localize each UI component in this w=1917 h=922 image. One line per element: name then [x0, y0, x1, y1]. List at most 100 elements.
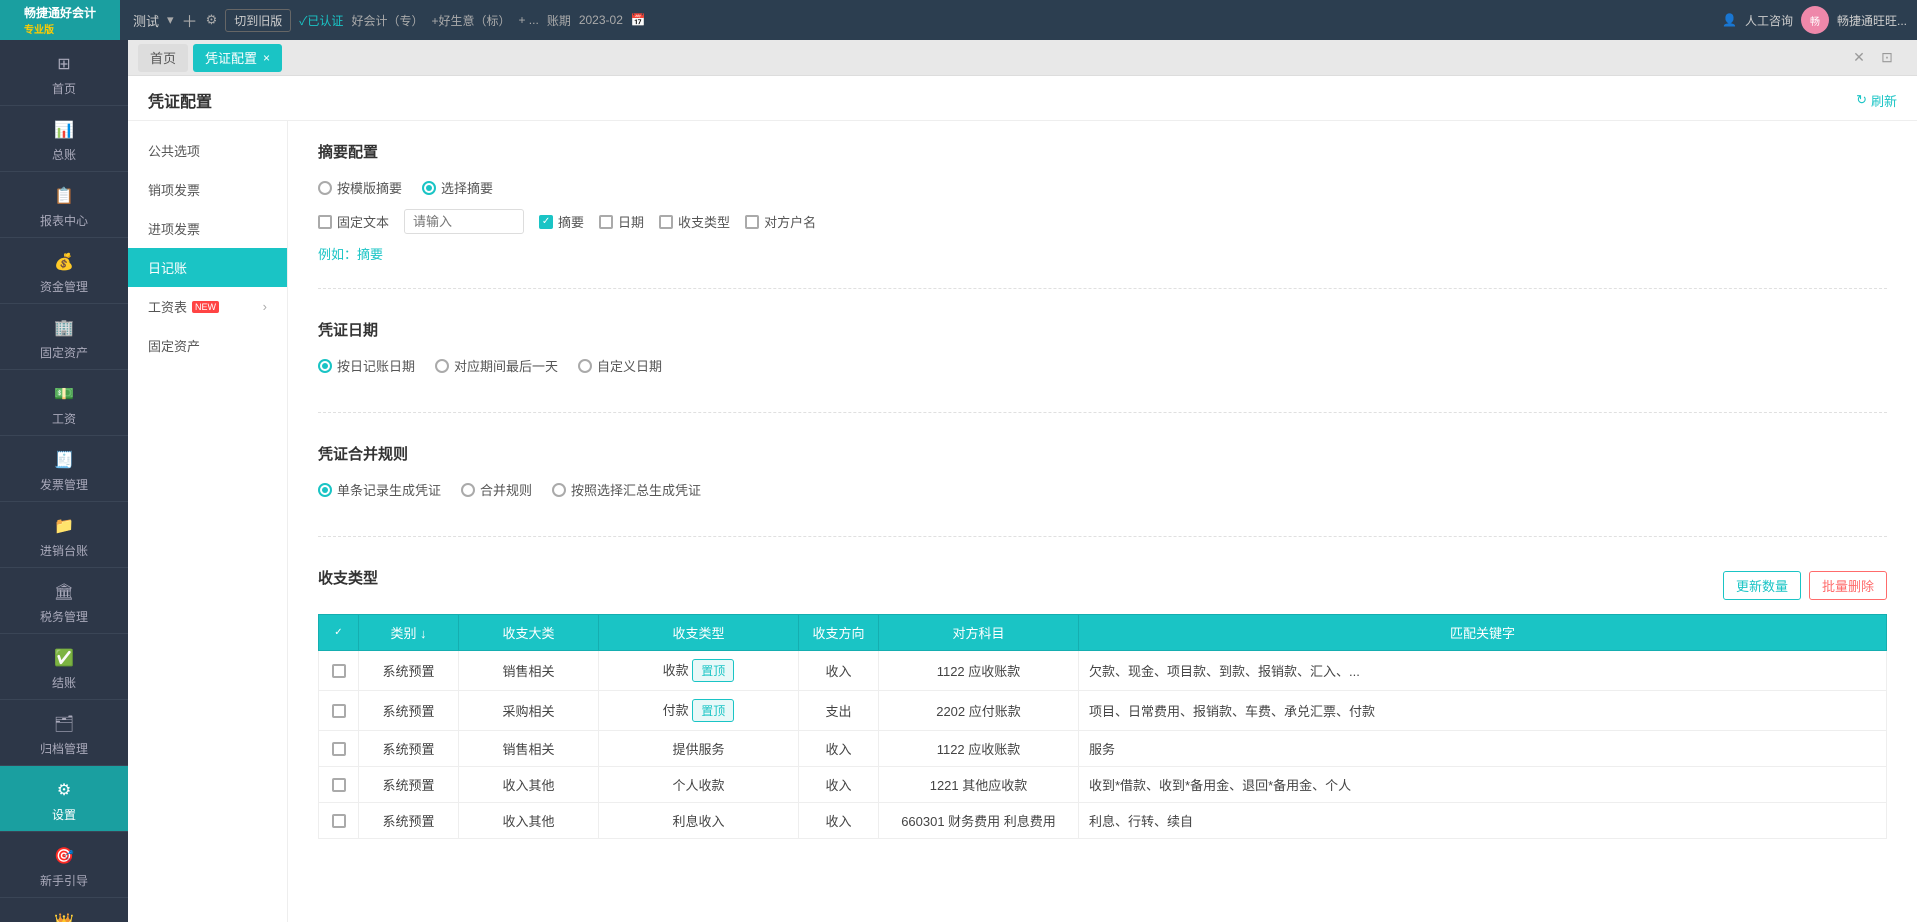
sidebar-label-home: 首页 [52, 80, 76, 97]
left-nav-item-purchase-invoice[interactable]: 进项发票 [128, 209, 287, 248]
checkbox-label-date: 日期 [618, 212, 644, 231]
sidebar-label-close: 结账 [52, 674, 76, 691]
radio-template-summary[interactable]: 按模版摘要 [318, 178, 402, 197]
sidebar-item-purchase[interactable]: 📁 进销台账 [0, 502, 128, 568]
checkbox-fixed-text[interactable]: 固定文本 [318, 212, 389, 231]
sidebar-label-fund: 资金管理 [40, 278, 88, 295]
checkbox-summary[interactable]: ✓ 摘要 [539, 212, 584, 231]
sidebar-item-assets[interactable]: 🏢 固定资产 [0, 304, 128, 370]
row-checkbox-2[interactable] [332, 742, 346, 756]
cell-direction-3: 收入 [799, 767, 879, 803]
settings-icon[interactable]: ⚙ [206, 12, 218, 28]
table-header-row: 收支类型 更新数量 批量删除 [318, 567, 1887, 604]
top-header: 畅捷通好会计 专业版 测试 ▾ ＋ ⚙ 切到旧版 ✓已认证 好会计（专） +好生… [0, 0, 1917, 40]
switch-version-button[interactable]: 切到旧版 [225, 9, 291, 32]
row-checkbox-4[interactable] [332, 814, 346, 828]
consult-label[interactable]: 人工咨询 [1745, 12, 1793, 29]
radio-aggregate[interactable]: 按照选择汇总生成凭证 [552, 480, 701, 499]
calendar-icon[interactable]: 📅 [631, 13, 646, 27]
assets-icon: 🏢 [52, 316, 76, 340]
table-row: 系统预置 收入其他 利息收入 收入 660301 财务费用 利息费用 利息、行转… [319, 803, 1887, 839]
cell-checkbox-0[interactable] [319, 651, 359, 691]
select-all-checkbox[interactable]: ✓ [332, 626, 346, 640]
sidebar-label-ledger: 总账 [52, 146, 76, 163]
radio-custom-date[interactable]: 自定义日期 [578, 356, 662, 375]
sidebar-item-guide[interactable]: 🎯 新手引导 [0, 832, 128, 898]
radio-merge-rule[interactable]: 合并规则 [461, 480, 532, 499]
radio-select-summary[interactable]: 选择摘要 [422, 178, 493, 197]
certified-badge: ✓已认证 [299, 12, 343, 29]
radio-select-label: 选择摘要 [441, 178, 493, 197]
sidebar-item-archive[interactable]: 🗂 归档管理 [0, 700, 128, 766]
sidebar-item-fund[interactable]: 💰 资金管理 [0, 238, 128, 304]
update-count-button[interactable]: 更新数量 [1723, 571, 1801, 600]
window-maximize-button[interactable]: ⊡ [1877, 48, 1897, 68]
sidebar-item-home[interactable]: ⊞ 首页 [0, 40, 128, 106]
salary-icon: 💵 [52, 382, 76, 406]
sidebar-item-reports[interactable]: 📋 报表中心 [0, 172, 128, 238]
sidebar-item-tax[interactable]: 🏛 税务管理 [0, 568, 128, 634]
tab-close-icon[interactable]: × [263, 51, 270, 65]
tab-home[interactable]: 首页 [138, 44, 188, 72]
radio-journal-label: 按日记账日期 [337, 356, 415, 375]
th-category: 类别 ↓ [359, 615, 459, 651]
chevron-down-icon[interactable]: ▾ [167, 12, 174, 28]
radio-journal-date[interactable]: 按日记账日期 [318, 356, 415, 375]
left-nav-item-journal[interactable]: 日记账 [128, 248, 287, 287]
cell-checkbox-2[interactable] [319, 731, 359, 767]
fixed-text-input[interactable] [404, 209, 524, 234]
refresh-button[interactable]: ↻ 刷新 [1856, 91, 1897, 110]
sidebar-item-salary[interactable]: 💵 工资 [0, 370, 128, 436]
radio-single-record[interactable]: 单条记录生成凭证 [318, 480, 441, 499]
period-value: 2023-02 [579, 13, 623, 27]
window-close-button[interactable]: ✕ [1849, 48, 1869, 68]
config-content: 摘要配置 按模版摘要 选择摘要 [288, 121, 1917, 922]
content-scroll: 公共选项 销项发票 进项发票 日记账 工资表 NEW › 固定资产 [128, 121, 1917, 922]
sidebar-item-ledger[interactable]: 📊 总账 [0, 106, 128, 172]
row-checkbox-0[interactable] [332, 664, 346, 678]
sidebar-item-settings[interactable]: ⚙ 设置 [0, 766, 128, 832]
left-nav-item-sales-invoice[interactable]: 销项发票 [128, 170, 287, 209]
cell-checkbox-3[interactable] [319, 767, 359, 803]
summary-checkbox-row: 固定文本 ✓ 摘要 日期 收支类型 [318, 209, 1887, 234]
row-checkbox-3[interactable] [332, 778, 346, 792]
summary-section-title: 摘要配置 [318, 141, 1887, 162]
tag-button-1[interactable]: 置顶 [692, 699, 734, 722]
user-section: 👤 人工咨询 畅 畅捷通旺旺... [1722, 6, 1907, 34]
left-nav-item-public[interactable]: 公共选项 [128, 131, 287, 170]
checkbox-date[interactable]: 日期 [599, 212, 644, 231]
radio-circle-template [318, 181, 332, 195]
chevron-right-icon: › [263, 299, 267, 314]
income-expense-section: 收支类型 更新数量 批量删除 ✓ 类别 ↓ [318, 567, 1887, 839]
refresh-icon: ↻ [1856, 92, 1867, 108]
table-row: 系统预置 收入其他 个人收款 收入 1221 其他应收款 收到*借款、收到*备用… [319, 767, 1887, 803]
checkbox-counterparty[interactable]: 对方户名 [745, 212, 816, 231]
row-checkbox-1[interactable] [332, 704, 346, 718]
home-icon: ⊞ [52, 52, 76, 76]
cell-keywords-3: 收到*借款、收到*备用金、退回*备用金、个人 [1079, 767, 1887, 803]
tag-button-0[interactable]: 置顶 [692, 659, 734, 682]
batch-delete-button[interactable]: 批量删除 [1809, 571, 1887, 600]
left-nav-item-fixed-assets[interactable]: 固定资产 [128, 326, 287, 365]
tab-bar: 首页 凭证配置 × ✕ ⊡ [128, 40, 1917, 76]
cell-checkbox-1[interactable] [319, 691, 359, 731]
cell-type-1: 付款 置顶 [599, 691, 799, 731]
cell-bigtype-1: 采购相关 [459, 691, 599, 731]
sidebar-item-close[interactable]: ✅ 结账 [0, 634, 128, 700]
invoice-icon: 🧾 [52, 448, 76, 472]
radio-circle-single [318, 483, 332, 497]
income-expense-title: 收支类型 [318, 567, 378, 588]
cell-direction-2: 收入 [799, 731, 879, 767]
badge-more: + ... [518, 13, 538, 27]
checkbox-income-type[interactable]: 收支类型 [659, 212, 730, 231]
left-nav-item-payroll[interactable]: 工资表 NEW › [128, 287, 287, 326]
th-type: 收支类型 [599, 615, 799, 651]
badge-haoshengyi: +好生意（标） [431, 12, 510, 29]
tab-voucher-config[interactable]: 凭证配置 × [193, 44, 282, 72]
sidebar-item-member[interactable]: 👑 畅会员 [0, 898, 128, 922]
add-icon[interactable]: ＋ [182, 8, 198, 32]
cell-checkbox-4[interactable] [319, 803, 359, 839]
sidebar-item-invoice[interactable]: 🧾 发票管理 [0, 436, 128, 502]
th-checkbox[interactable]: ✓ [319, 615, 359, 651]
radio-last-day[interactable]: 对应期间最后一天 [435, 356, 558, 375]
